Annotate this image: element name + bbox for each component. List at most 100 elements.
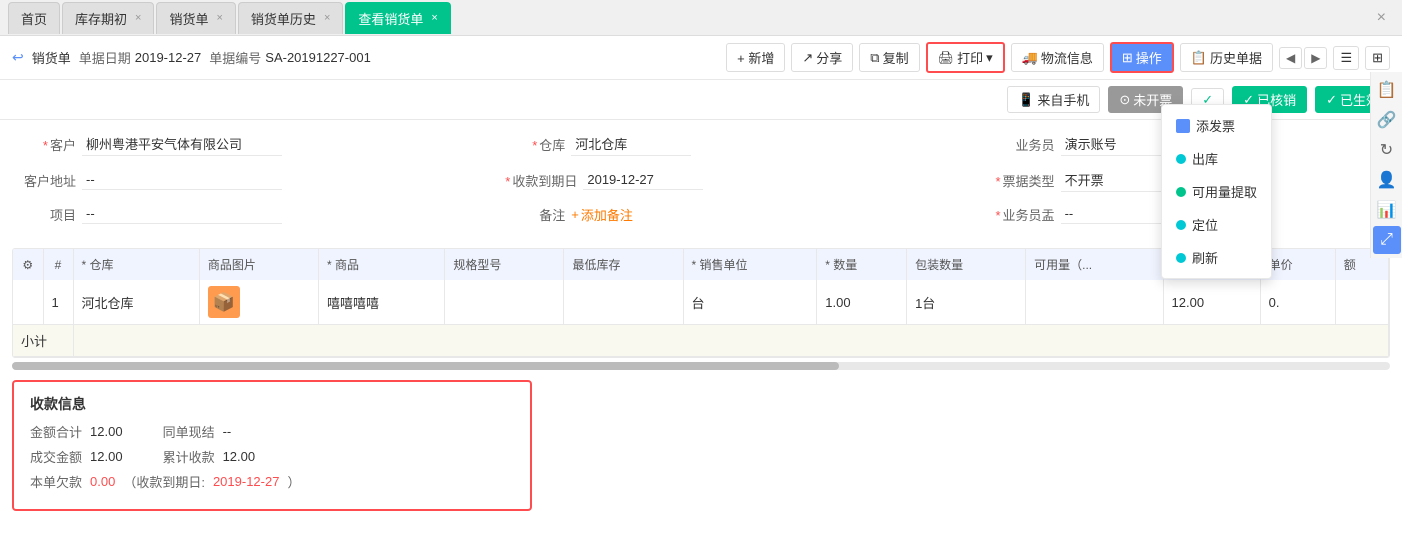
toolbar-right: + 新增 ↗ 分享 ⧉ 复制 🖨 打印 ▾ 🚚 物流信息	[726, 42, 1390, 73]
deal-value: 12.00	[90, 449, 123, 464]
side-icon-link[interactable]: 🔗	[1373, 106, 1401, 134]
phone-icon: 📱	[1018, 92, 1034, 108]
th-qty: * 数量	[817, 249, 907, 280]
prev-button[interactable]: ◀	[1279, 47, 1302, 69]
print-dropdown-icon: ▾	[986, 50, 993, 66]
address-field: 客户地址 --	[16, 170, 505, 190]
toolbar: ↩ 销货单 单据日期 2019-12-27 单据编号 SA-20191227-0…	[0, 36, 1402, 80]
same-order-item: 同单现结 --	[163, 422, 232, 441]
total-label: 金额合计	[30, 422, 82, 441]
total-item: 金额合计 12.00	[30, 422, 123, 441]
td-price: 0.	[1260, 280, 1335, 325]
from-phone-button[interactable]: 📱 来自手机	[1007, 86, 1100, 113]
tab-view-sales-order[interactable]: 查看销货单 ×	[345, 2, 450, 34]
side-icon-expand[interactable]: ⤢	[1373, 226, 1401, 254]
payment-row-2: 成交金额 12.00 累计收款 12.00	[30, 447, 514, 466]
tab-inventory-init[interactable]: 库存期初 ×	[62, 2, 154, 34]
project-label: 项目	[16, 205, 76, 224]
new-button[interactable]: + 新增	[726, 43, 785, 72]
operation-button[interactable]: ⊞ 操作	[1110, 42, 1174, 73]
due-text: （收款到期日:	[123, 472, 205, 491]
tab-sales-order[interactable]: 销货单 ×	[156, 2, 235, 34]
doc-icon: ↩	[12, 49, 24, 66]
history-icon: 📋	[1191, 50, 1207, 66]
subtotal-values	[73, 325, 1389, 357]
cumulative-label: 累计收款	[163, 447, 215, 466]
tab-close-sales-history[interactable]: ×	[324, 12, 330, 24]
share-icon: ↗	[802, 50, 813, 66]
same-order-value: --	[223, 424, 232, 439]
next-button[interactable]: ▶	[1304, 47, 1327, 69]
refresh-item[interactable]: 刷新	[1162, 241, 1271, 274]
same-order-label: 同单现结	[163, 422, 215, 441]
main-content: ↩ 销货单 单据日期 2019-12-27 单据编号 SA-20191227-0…	[0, 36, 1402, 533]
copy-icon: ⧉	[870, 50, 879, 66]
close-window-button[interactable]: ×	[1369, 5, 1394, 31]
tab-close-inventory-init[interactable]: ×	[135, 12, 141, 24]
view-list-button[interactable]: ⊞	[1365, 46, 1390, 70]
operation-icon: ⊞	[1122, 50, 1133, 66]
note-label: 备注	[505, 205, 565, 224]
td-warehouse: 河北仓库	[73, 280, 199, 325]
payment-row-3: 本单欠款 0.00 （收款到期日: 2019-12-27 ）	[30, 472, 514, 491]
tab-home[interactable]: 首页	[8, 2, 60, 34]
cumulative-value: 12.00	[223, 449, 256, 464]
doc-number-field: 单据编号 SA-20191227-001	[209, 48, 371, 67]
side-icon-refresh[interactable]: ↻	[1373, 136, 1401, 164]
number-value: SA-20191227-001	[265, 50, 371, 65]
product-image: 📦	[208, 286, 240, 318]
tab-close-view-sales-order[interactable]: ×	[431, 12, 437, 24]
share-button[interactable]: ↗ 分享	[791, 43, 853, 72]
td-product: 嘻嘻嘻嘻	[318, 280, 444, 325]
available-qty-dot	[1176, 187, 1186, 197]
side-icon-user[interactable]: 👤	[1373, 166, 1401, 194]
th-gear[interactable]: ⚙	[13, 249, 43, 280]
scrollbar-thumb	[12, 362, 839, 370]
print-button[interactable]: 🖨 打印 ▾	[926, 42, 1005, 73]
td-amount	[1335, 280, 1388, 325]
payment-row-1: 金额合计 12.00 同单现结 --	[30, 422, 514, 441]
tab-sales-history[interactable]: 销货单历史 ×	[238, 2, 343, 34]
arrears-label: 本单欠款	[30, 472, 82, 491]
side-icon-chart[interactable]: 📊	[1373, 196, 1401, 224]
payment-info-box: 收款信息 金额合计 12.00 同单现结 -- 成交金额 12.00 累计收款	[12, 380, 532, 511]
logistics-button[interactable]: 🚚 物流信息	[1011, 43, 1104, 72]
available-qty-item[interactable]: 可用量提取	[1162, 175, 1271, 208]
table-row: 1 河北仓库 📦 嘻嘻嘻嘻 台 1.00 1台	[13, 280, 1389, 325]
due-date-label: 收款到期日	[505, 171, 577, 190]
add-note-button[interactable]: + 添加备注	[571, 205, 633, 224]
arrears-value: 0.00	[90, 474, 115, 489]
staff-label: 业务员	[995, 135, 1055, 154]
td-unit: 台	[683, 280, 817, 325]
print-icon: 🖨	[938, 50, 955, 66]
th-spec: 规格型号	[445, 249, 564, 280]
side-icon-1[interactable]: 📋	[1373, 76, 1401, 104]
due-end: ）	[287, 472, 300, 491]
subtotal-row: 小计	[13, 325, 1389, 357]
th-pkg-qty: 包装数量	[907, 249, 1026, 280]
horizontal-scrollbar[interactable]	[12, 362, 1390, 370]
address-value: --	[82, 170, 282, 190]
plus-icon: +	[571, 207, 579, 222]
deal-item: 成交金额 12.00	[30, 447, 123, 466]
refresh-dot	[1176, 253, 1186, 263]
doc-type-label: 销货单	[32, 48, 71, 67]
cumulative-item: 累计收款 12.00	[163, 447, 256, 466]
tab-close-sales-order[interactable]: ×	[216, 12, 222, 24]
total-value: 12.00	[90, 424, 123, 439]
due-date-field: 收款到期日 2019-12-27	[505, 170, 994, 190]
due-date-value: 2019-12-27	[583, 170, 703, 190]
ticket-label: 票据类型	[995, 171, 1055, 190]
locate-item[interactable]: 定位	[1162, 208, 1271, 241]
add-invoice-item[interactable]: 添发票	[1162, 109, 1271, 142]
th-unit: * 销售单位	[683, 249, 817, 280]
doc-date-field: 单据日期 2019-12-27	[79, 48, 202, 67]
copy-button[interactable]: ⧉ 复制	[859, 43, 919, 72]
th-warehouse: * 仓库	[73, 249, 199, 280]
history-button[interactable]: 📋 历史单据	[1180, 43, 1273, 72]
ticket-icon: ⊙	[1119, 92, 1130, 108]
view-grid-button[interactable]: ☰	[1333, 46, 1359, 70]
out-warehouse-item[interactable]: 出库	[1162, 142, 1271, 175]
th-img: 商品图片	[199, 249, 318, 280]
td-spec	[445, 280, 564, 325]
